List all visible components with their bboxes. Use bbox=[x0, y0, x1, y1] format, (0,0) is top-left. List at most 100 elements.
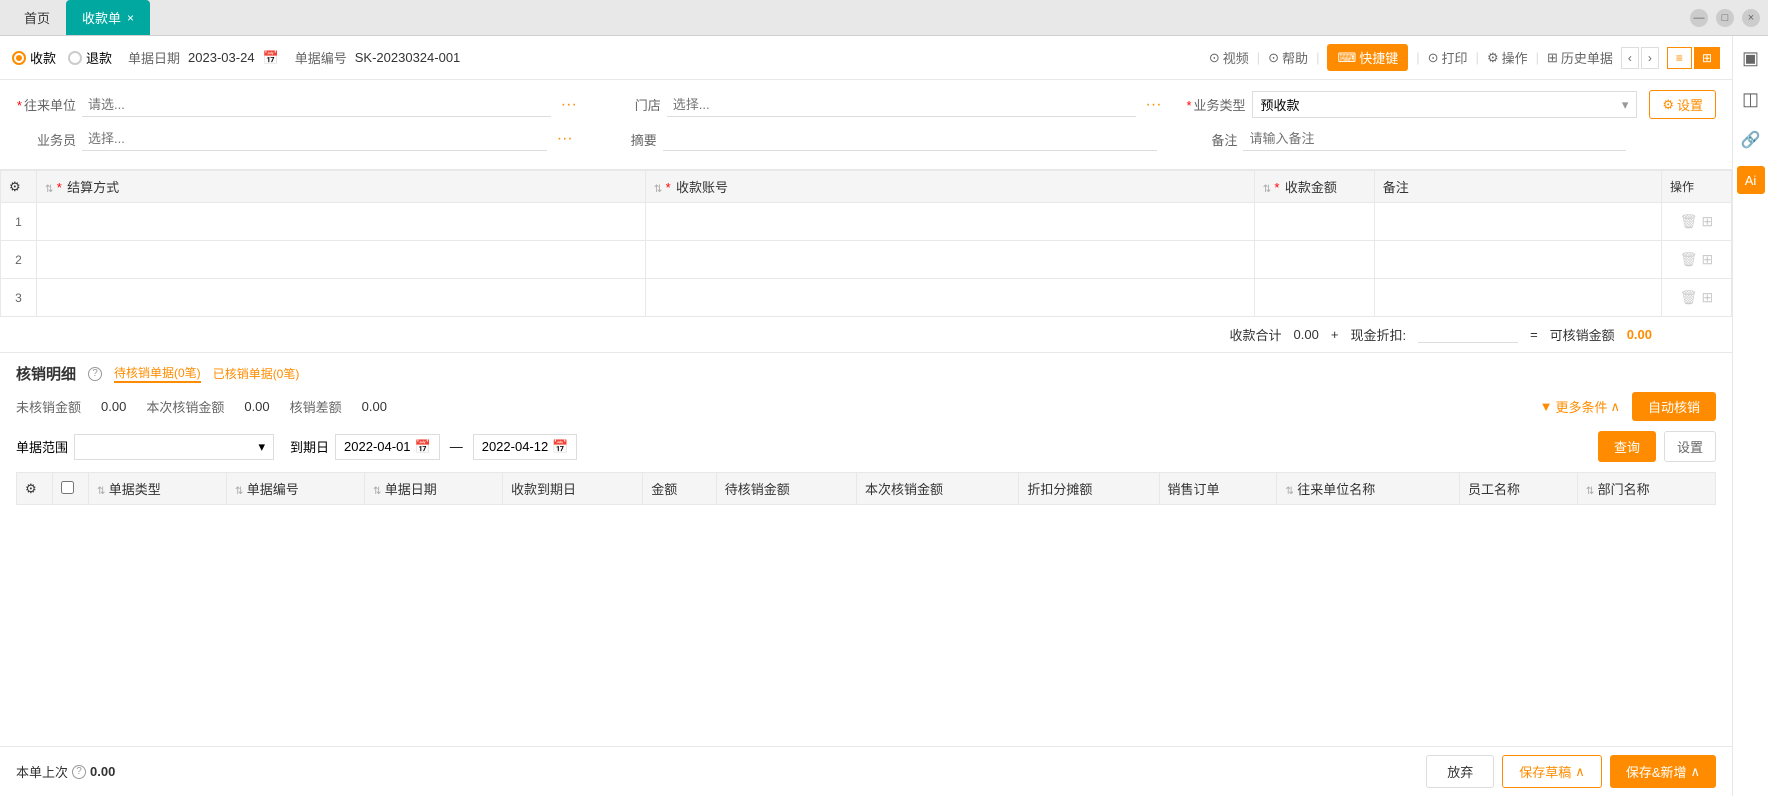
action-history-label: 历史单据 bbox=[1561, 48, 1613, 67]
account-cell[interactable] bbox=[645, 241, 1254, 279]
account-cell[interactable] bbox=[645, 279, 1254, 317]
settlement-cell[interactable] bbox=[37, 241, 646, 279]
store-input[interactable] bbox=[667, 93, 1136, 117]
sidebar-doc-icon[interactable]: ◫ bbox=[1738, 85, 1763, 114]
doc-num-info: 单据编号 SK-20230324-001 bbox=[295, 48, 461, 67]
account-cell[interactable] bbox=[645, 203, 1254, 241]
save-draft-button[interactable]: 保存草稿 ∧ bbox=[1502, 755, 1602, 788]
chevron-up-icon: ∧ bbox=[1610, 399, 1620, 415]
tab-done[interactable]: 已核销单据(0笔) bbox=[213, 365, 300, 382]
verify-stats: 未核销金额 0.00 本次核销金额 0.00 核销差额 0.00 ▼ 更多条件 … bbox=[16, 392, 1716, 421]
copy-icon[interactable]: ⊞ bbox=[1702, 213, 1714, 230]
action-operate[interactable]: ⚙ 操作 bbox=[1487, 48, 1528, 67]
delete-icon[interactable]: 🗑 bbox=[1680, 251, 1698, 268]
view-grid-button[interactable]: ⊞ bbox=[1694, 47, 1720, 69]
tab-close-icon[interactable]: × bbox=[127, 11, 134, 25]
remark-label: 备注 bbox=[1177, 130, 1237, 149]
copy-icon[interactable]: ⊞ bbox=[1702, 251, 1714, 268]
salesperson-input[interactable] bbox=[82, 127, 547, 151]
doc-type-radio-group: 收款 退款 bbox=[12, 48, 112, 67]
col-remark: 备注 bbox=[1374, 171, 1661, 203]
vcol-doc-type: ⇅ 单据类型 bbox=[89, 473, 227, 505]
sidebar-ai-button[interactable]: Ai bbox=[1737, 166, 1765, 194]
remark-cell[interactable] bbox=[1374, 241, 1661, 279]
radio-refund[interactable]: 退款 bbox=[68, 48, 112, 67]
select-all-checkbox[interactable] bbox=[61, 481, 74, 494]
action-shortcut-button[interactable]: ⌨ 快捷键 bbox=[1327, 44, 1408, 71]
vcol-checkbox bbox=[53, 473, 89, 505]
vcol-settings[interactable]: ⚙ bbox=[17, 473, 53, 505]
form-section: *往来单位 ··· 门店 ··· *业务类型 预收款 ▾ bbox=[0, 80, 1732, 170]
discount-input[interactable] bbox=[1418, 327, 1518, 343]
action-print[interactable]: ⊙ 打印 bbox=[1428, 48, 1468, 67]
col-action-header: 操作 bbox=[1662, 171, 1732, 203]
toolbar-actions: ⊙ 视频 | ⊙ 帮助 | ⌨ 快捷键 | ⊙ 打印 | ⚙ 操作 | bbox=[1209, 44, 1720, 71]
tab-current[interactable]: 收款单 × bbox=[66, 0, 150, 35]
amount-cell[interactable] bbox=[1254, 241, 1374, 279]
summary-input[interactable] bbox=[663, 127, 1158, 151]
view-list-button[interactable]: ≡ bbox=[1667, 47, 1692, 69]
order-info-icon[interactable]: ? bbox=[72, 765, 86, 779]
doc-range-label: 单据范围 bbox=[16, 437, 68, 456]
nav-prev-button[interactable]: ‹ bbox=[1621, 47, 1639, 69]
calendar-icon[interactable]: 📅 bbox=[263, 50, 279, 66]
auto-verify-button[interactable]: 自动核销 bbox=[1632, 392, 1716, 421]
remark-cell[interactable] bbox=[1374, 279, 1661, 317]
row-num: 3 bbox=[1, 279, 37, 317]
amount-cell[interactable] bbox=[1254, 203, 1374, 241]
radio-receive[interactable]: 收款 bbox=[12, 48, 56, 67]
verify-table-settings-icon: ⚙ bbox=[25, 481, 37, 496]
row-num: 1 bbox=[1, 203, 37, 241]
copy-icon[interactable]: ⊞ bbox=[1702, 289, 1714, 306]
abandon-button[interactable]: 放弃 bbox=[1426, 755, 1494, 788]
tab-pending[interactable]: 待核销单据(0笔) bbox=[114, 364, 201, 383]
nav-next-button[interactable]: › bbox=[1641, 47, 1659, 69]
due-date-start[interactable]: 2022-04-01 📅 bbox=[335, 434, 440, 460]
remark-input[interactable] bbox=[1243, 127, 1626, 151]
delete-icon[interactable]: 🗑 bbox=[1680, 213, 1698, 230]
tab-home[interactable]: 首页 bbox=[8, 0, 66, 35]
settlement-cell[interactable] bbox=[37, 203, 646, 241]
radio-refund-label: 退款 bbox=[86, 48, 112, 67]
total-label: 收款合计 bbox=[1230, 325, 1282, 344]
minimize-button[interactable]: — bbox=[1690, 9, 1708, 27]
diff-value: 0.00 bbox=[362, 399, 387, 414]
maximize-button[interactable]: □ bbox=[1716, 9, 1734, 27]
verify-settings-button[interactable]: 设置 bbox=[1664, 431, 1716, 462]
counterpart-input[interactable] bbox=[82, 93, 551, 117]
amount-cell[interactable] bbox=[1254, 279, 1374, 317]
delete-icon[interactable]: 🗑 bbox=[1680, 289, 1698, 306]
action-history[interactable]: ⊞ 历史单据 bbox=[1547, 48, 1613, 67]
salesperson-label: 业务员 bbox=[16, 130, 76, 149]
remark-cell[interactable] bbox=[1374, 203, 1661, 241]
table-settings-icon: ⚙ bbox=[9, 179, 21, 194]
business-type-select[interactable]: 预收款 ▾ bbox=[1252, 91, 1638, 118]
equals-sign: = bbox=[1530, 327, 1538, 342]
due-date-start-value: 2022-04-01 bbox=[344, 439, 411, 454]
doc-date-value: 2023-03-24 bbox=[188, 50, 255, 65]
vcol-amount: 金额 bbox=[643, 473, 717, 505]
sidebar-link-icon[interactable]: 🔗 bbox=[1737, 126, 1765, 154]
business-type-label: *业务类型 bbox=[1186, 95, 1246, 114]
settlement-cell[interactable] bbox=[37, 279, 646, 317]
more-conditions-link[interactable]: ▼ 更多条件 ∧ bbox=[1540, 397, 1620, 416]
close-button[interactable]: × bbox=[1742, 9, 1760, 27]
sidebar-table-icon[interactable]: ▣ bbox=[1738, 44, 1763, 73]
salesperson-more-icon[interactable]: ··· bbox=[553, 130, 577, 148]
due-date-end[interactable]: 2022-04-12 📅 bbox=[473, 434, 578, 460]
store-more-icon[interactable]: ··· bbox=[1142, 96, 1166, 114]
save-new-button[interactable]: 保存&新增 ∧ bbox=[1610, 755, 1716, 788]
verify-info-icon[interactable]: ? bbox=[88, 367, 102, 381]
action-help-label: 帮助 bbox=[1282, 48, 1308, 67]
store-label: 门店 bbox=[601, 95, 661, 114]
settings-button[interactable]: ⚙ 设置 bbox=[1649, 90, 1716, 119]
action-help[interactable]: ⊙ 帮助 bbox=[1268, 48, 1308, 67]
counterpart-more-icon[interactable]: ··· bbox=[557, 96, 581, 114]
store-field: 门店 ··· bbox=[581, 93, 1166, 117]
table-settings-col[interactable]: ⚙ bbox=[1, 171, 37, 203]
query-button[interactable]: 查询 bbox=[1598, 431, 1656, 462]
salesperson-field: 业务员 ··· bbox=[16, 127, 577, 151]
action-video[interactable]: ⊙ 视频 bbox=[1209, 48, 1249, 67]
doc-range-select[interactable]: ▾ bbox=[74, 434, 274, 460]
chevron-up-icon: ∧ bbox=[1690, 764, 1700, 780]
